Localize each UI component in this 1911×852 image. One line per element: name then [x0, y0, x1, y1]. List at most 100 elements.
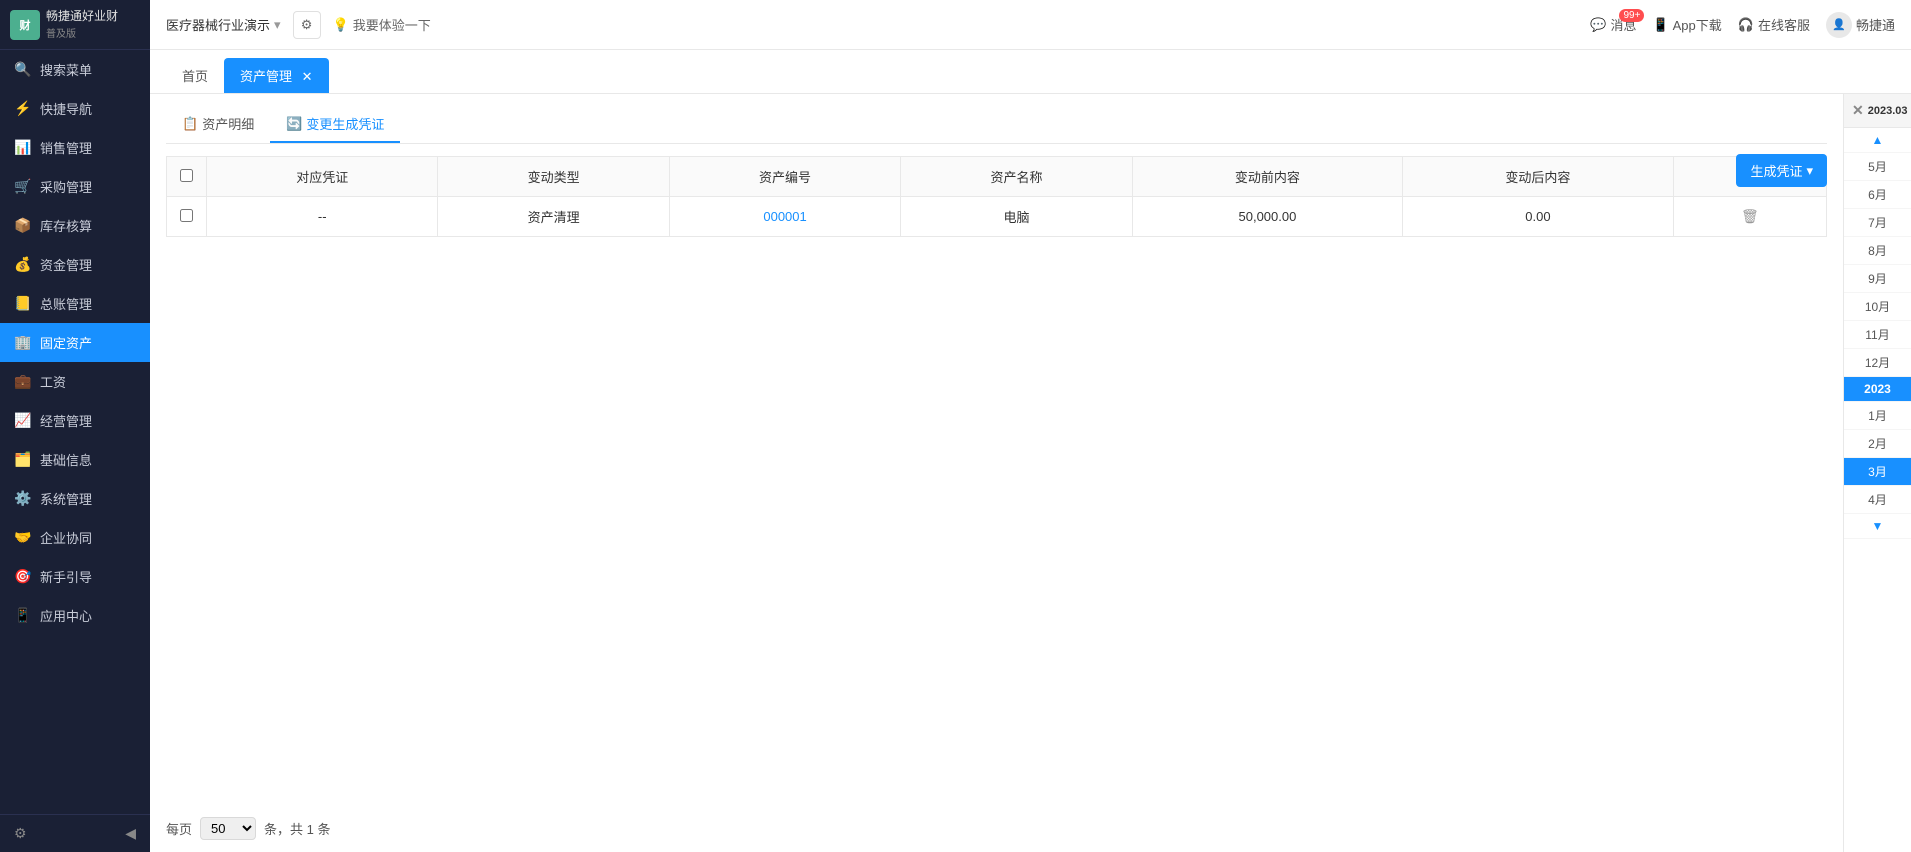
- inventory-icon: 📦: [14, 217, 32, 234]
- row-asset-name: 电脑: [901, 197, 1132, 237]
- app-logo-icon: 财: [10, 10, 40, 40]
- sidebar-item-appcenter[interactable]: 📱 应用中心: [0, 596, 150, 635]
- sidebar-item-label: 总账管理: [40, 294, 92, 313]
- tab-home-label: 首页: [182, 69, 208, 84]
- sidebar-item-inventory[interactable]: 📦 库存核算: [0, 206, 150, 245]
- delete-icon[interactable]: 🗑: [1741, 208, 1759, 224]
- generate-voucher-button[interactable]: 生成凭证 ▾: [1736, 154, 1827, 187]
- sidebar-item-label: 基础信息: [40, 450, 92, 469]
- tab-asset[interactable]: 资产管理 ✕: [224, 58, 329, 93]
- app-version: 普及版: [46, 25, 118, 40]
- month-9[interactable]: 9月: [1844, 265, 1911, 293]
- sidebar-item-label: 搜索菜单: [40, 60, 92, 79]
- scroll-up-button[interactable]: ▲: [1844, 128, 1911, 153]
- tab-asset-close[interactable]: ✕: [302, 69, 313, 84]
- sidebar-item-search[interactable]: 🔍 搜索菜单: [0, 50, 150, 89]
- topbar: 医疗器械行业演示 ▾ ⚙ 💡 我要体验一下 💬 消息 99+ 📱 App下载 🎧…: [150, 0, 1911, 50]
- sidebar-item-ledger[interactable]: 📒 总账管理: [0, 284, 150, 323]
- month-5[interactable]: 5月: [1844, 153, 1911, 181]
- sidebar-item-system[interactable]: ⚙️ 系统管理: [0, 479, 150, 518]
- month-1[interactable]: 1月: [1844, 402, 1911, 430]
- voucher-icon: 🔄: [286, 116, 302, 132]
- subtab-assetlist[interactable]: 📋 资产明细: [166, 106, 270, 143]
- month-3-active[interactable]: 3月: [1844, 458, 1911, 486]
- assetlist-icon: 📋: [182, 116, 198, 132]
- user-profile[interactable]: 👤 畅捷通: [1826, 12, 1895, 38]
- message-button[interactable]: 💬 消息 99+: [1590, 15, 1636, 34]
- col-voucher: 对应凭证: [207, 157, 438, 197]
- side-panel-close-icon[interactable]: ✕: [1848, 102, 1868, 119]
- quicknav-icon: ⚡: [14, 100, 32, 117]
- month-2[interactable]: 2月: [1844, 430, 1911, 458]
- collapse-sidebar-icon[interactable]: ◀: [125, 825, 136, 842]
- sidebar-item-basicinfo[interactable]: 🗂️ 基础信息: [0, 440, 150, 479]
- scroll-down-button[interactable]: ▼: [1844, 514, 1911, 539]
- sidebar-item-label: 经营管理: [40, 411, 92, 430]
- sidebar-item-fixedasset[interactable]: 🏢 固定资产: [0, 323, 150, 362]
- col-asset-name: 资产名称: [901, 157, 1132, 197]
- row-action: 🗑: [1673, 197, 1826, 237]
- experience-icon: 💡: [333, 17, 349, 33]
- salary-icon: 💼: [14, 373, 32, 390]
- row-checkbox[interactable]: [180, 209, 193, 222]
- experience-button[interactable]: 💡 我要体验一下: [333, 15, 431, 34]
- side-panel-expand-icon[interactable]: ⛶: [1908, 103, 1911, 118]
- basicinfo-icon: 🗂️: [14, 451, 32, 468]
- col-asset-code: 资产编号: [669, 157, 900, 197]
- sidebar-item-sales[interactable]: 📊 销售管理: [0, 128, 150, 167]
- col-before-change: 变动前内容: [1132, 157, 1402, 197]
- company-settings-button[interactable]: ⚙: [293, 11, 321, 39]
- per-page-label: 每页: [166, 819, 192, 838]
- sidebar-item-purchase[interactable]: 🛒 采购管理: [0, 167, 150, 206]
- month-11-label: 11月: [1865, 326, 1889, 343]
- col-change-type: 变动类型: [438, 157, 669, 197]
- sidebar-item-cooperation[interactable]: 🤝 企业协同: [0, 518, 150, 557]
- month-11[interactable]: 11月: [1844, 321, 1911, 349]
- appcenter-icon: 📱: [14, 607, 32, 624]
- app-download-button[interactable]: 📱 App下载: [1652, 15, 1721, 34]
- chevron-up-icon: ▲: [1872, 133, 1884, 147]
- app-download-icon: 📱: [1652, 17, 1668, 33]
- sidebar-item-fund[interactable]: 💰 资金管理: [0, 245, 150, 284]
- subtabs: 📋 资产明细 🔄 变更生成凭证: [166, 106, 1827, 144]
- month-10[interactable]: 10月: [1844, 293, 1911, 321]
- subtab-assetlist-label: 资产明细: [202, 114, 254, 133]
- online-service-button[interactable]: 🎧 在线客服: [1738, 15, 1810, 34]
- table-row: -- 资产清理 000001 电脑 50,000.00 0.00 🗑: [167, 197, 1827, 237]
- sidebar-logo: 财 畅捷通好业财 普及版: [0, 0, 150, 50]
- side-panel: ✕ 2023.03 ⛶ ▲ 5月 6月 7月 8月 9月 10月 11月 12月…: [1843, 94, 1911, 852]
- row-after-change: 0.00: [1403, 197, 1673, 237]
- table-container: 对应凭证 变动类型 资产编号 资产名称 变动前内容 变动后内容 操作: [166, 156, 1827, 807]
- sidebar-item-salary[interactable]: 💼 工资: [0, 362, 150, 401]
- system-icon: ⚙️: [14, 490, 32, 507]
- month-6-label: 6月: [1868, 186, 1887, 203]
- sidebar-item-operation[interactable]: 📈 经营管理: [0, 401, 150, 440]
- row-change-type: 资产清理: [438, 197, 669, 237]
- month-7[interactable]: 7月: [1844, 209, 1911, 237]
- year-2023[interactable]: 2023: [1844, 377, 1911, 402]
- page-size-select[interactable]: 10 20 50 100: [200, 817, 256, 840]
- side-panel-header: ✕ 2023.03 ⛶: [1844, 94, 1911, 128]
- month-12[interactable]: 12月: [1844, 349, 1911, 377]
- subtab-voucher[interactable]: 🔄 变更生成凭证: [270, 106, 400, 143]
- sidebar-item-label: 新手引导: [40, 567, 92, 586]
- gear-icon: ⚙: [301, 17, 313, 33]
- tab-asset-label: 资产管理: [240, 69, 292, 84]
- month-3-label: 3月: [1868, 463, 1887, 480]
- topbar-right: 💬 消息 99+ 📱 App下载 🎧 在线客服 👤 畅捷通: [1590, 12, 1895, 38]
- col-after-change: 变动后内容: [1403, 157, 1673, 197]
- sidebar-item-quicknav[interactable]: ⚡ 快捷导航: [0, 89, 150, 128]
- content-area: 📋 资产明细 🔄 变更生成凭证 生成凭证 ▾: [150, 94, 1843, 852]
- app-name: 畅捷通好业财: [46, 9, 118, 25]
- company-selector[interactable]: 医疗器械行业演示 ▾: [166, 15, 281, 34]
- month-4[interactable]: 4月: [1844, 486, 1911, 514]
- pagination: 每页 10 20 50 100 条，共 1 条: [166, 807, 1827, 840]
- operation-icon: 📈: [14, 412, 32, 429]
- month-8[interactable]: 8月: [1844, 237, 1911, 265]
- select-all-checkbox[interactable]: [180, 169, 193, 182]
- settings-icon[interactable]: ⚙: [14, 825, 27, 842]
- sidebar: 财 畅捷通好业财 普及版 🔍 搜索菜单 ⚡ 快捷导航 📊 销售管理 🛒 采购管理…: [0, 0, 150, 852]
- month-6[interactable]: 6月: [1844, 181, 1911, 209]
- sidebar-item-guide[interactable]: 🎯 新手引导: [0, 557, 150, 596]
- tab-home[interactable]: 首页: [166, 58, 224, 93]
